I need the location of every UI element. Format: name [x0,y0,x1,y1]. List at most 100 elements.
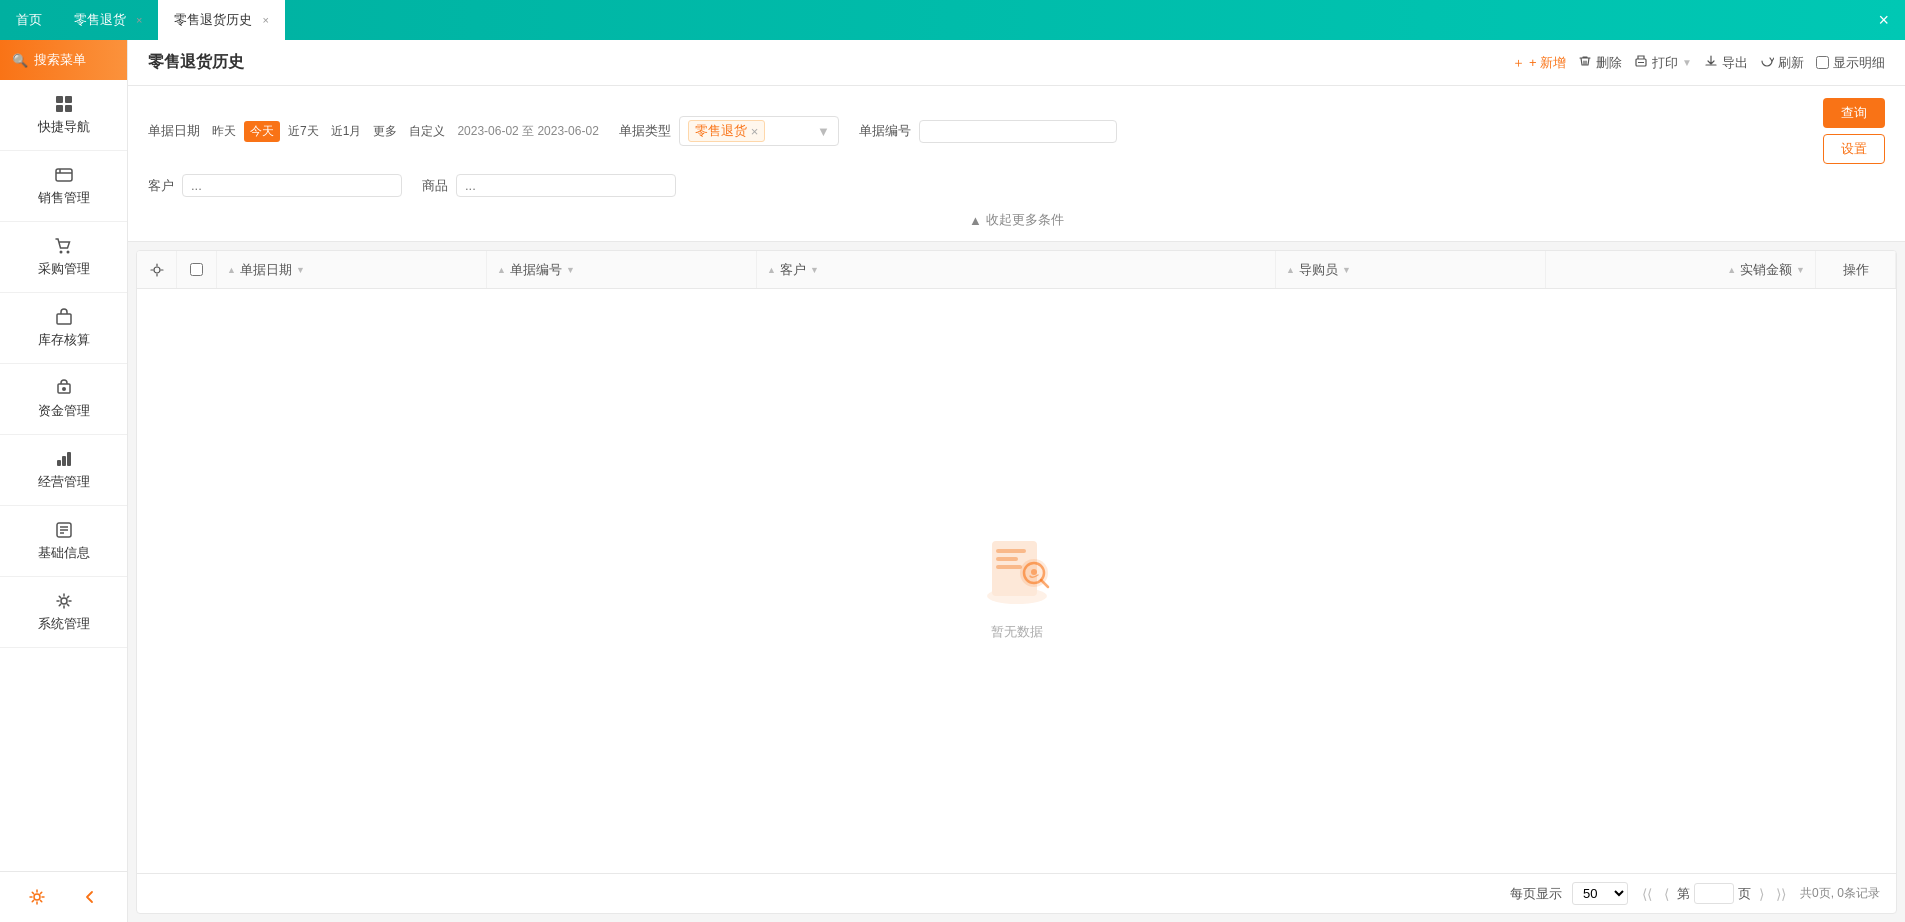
th-date[interactable]: ▲ 单据日期 ▼ [217,251,487,288]
last-page-btn[interactable]: ⟩⟩ [1772,884,1790,904]
first-page-btn[interactable]: ⟨⟨ [1638,884,1656,904]
collapse-button[interactable]: ▲ 收起更多条件 [969,211,1064,229]
page-title: 零售退货历史 [148,52,244,73]
sidebar-item-label: 系统管理 [38,615,90,633]
date-range-display: 2023-06-02 至 2023-06-02 [457,123,598,140]
svg-rect-2 [56,105,63,112]
tab-retail-return-close[interactable]: × [136,14,142,26]
sort-up-icon5: ▲ [1727,265,1736,275]
date-opt-custom[interactable]: 自定义 [405,121,449,142]
content-area: 零售退货历史 ＋ + 新增 删除 打印 ▼ [128,40,1905,922]
doc-type-tag-remove[interactable]: × [751,124,759,139]
doc-num-input[interactable] [928,124,1108,139]
th-action: 操作 [1816,251,1896,288]
next-page-btn[interactable]: ⟩ [1755,884,1768,904]
tab-retail-return-history-label: 零售退货历史 [174,11,252,29]
tab-retail-return-history[interactable]: 零售退货历史 × [158,0,284,40]
sidebar-item-sys-mgmt[interactable]: 系统管理 [0,577,127,648]
customer-input[interactable] [191,178,371,193]
sidebar-item-purchase-mgmt[interactable]: 采购管理 [0,222,127,293]
per-page-select[interactable]: 50 10 20 100 [1572,882,1628,905]
tab-retail-return-label: 零售退货 [74,11,126,29]
date-opt-more[interactable]: 更多 [369,121,401,142]
goods-input[interactable] [465,178,645,193]
date-opt-today[interactable]: 今天 [244,121,280,142]
sidebar-item-finance-mgmt[interactable]: 资金管理 [0,364,127,435]
svg-point-23 [154,267,160,273]
sidebar-item-label: 经营管理 [38,473,90,491]
th-guide[interactable]: ▲ 导购员 ▼ [1276,251,1546,288]
tab-retail-return-history-close[interactable]: × [262,14,268,26]
date-opt-1month[interactable]: 近1月 [327,121,366,142]
display-detail-checkbox-label[interactable]: 显示明细 [1816,54,1885,72]
page-num-input[interactable]: 1 [1694,883,1734,904]
filter-row-1: 单据日期 昨天 今天 近7天 近1月 更多 自定义 2023-06-02 至 2… [148,98,1885,164]
th-settings[interactable] [137,251,177,288]
sidebar-item-basic-info[interactable]: 基础信息 [0,506,127,577]
th-date-label: 单据日期 [240,261,292,279]
sidebar-item-sales-mgmt[interactable]: 销售管理 [0,151,127,222]
tab-home[interactable]: 首页 [0,0,58,40]
th-customer[interactable]: ▲ 客户 ▼ [757,251,1276,288]
page-unit: 页 [1738,885,1751,903]
sidebar-item-label: 快捷导航 [38,118,90,136]
goods-label: 商品 [422,177,448,195]
collapse-label: 收起更多条件 [986,211,1064,229]
svg-rect-14 [67,452,71,466]
sort-up-icon: ▲ [227,265,236,275]
sort-down-icon4: ▼ [1342,265,1351,275]
th-check[interactable] [177,251,217,288]
print-button[interactable]: 打印 ▼ [1634,54,1692,72]
export-label: 导出 [1722,54,1748,72]
date-filter-field: 单据日期 昨天 今天 近7天 近1月 更多 自定义 2023-06-02 至 2… [148,121,599,142]
inventory-icon [54,307,74,327]
sidebar-search[interactable]: 🔍 搜索菜单 [0,40,127,80]
sort-down-icon: ▼ [296,265,305,275]
sidebar-item-inventory[interactable]: 库存核算 [0,293,127,364]
new-button[interactable]: ＋ + 新增 [1512,54,1566,72]
sidebar-item-quick-nav[interactable]: 快捷导航 [0,80,127,151]
sort-up-icon3: ▲ [767,265,776,275]
select-all-checkbox[interactable] [190,263,203,276]
date-filter-label: 单据日期 [148,122,200,140]
sys-mgmt-icon [54,591,74,611]
th-docnum-label: 单据编号 [510,261,562,279]
quick-nav-icon [54,94,74,114]
doc-type-select[interactable]: 零售退货 × ▼ [679,116,839,146]
th-guide-label: 导购员 [1299,261,1338,279]
sort-up-icon2: ▲ [497,265,506,275]
date-options: 昨天 今天 近7天 近1月 更多 自定义 [208,121,449,142]
sidebar-item-label: 库存核算 [38,331,90,349]
sidebar-settings-btn[interactable] [22,882,52,912]
doc-num-input-wrap [919,120,1117,143]
date-opt-7days[interactable]: 近7天 [284,121,323,142]
th-amount[interactable]: ▲ 实销金额 ▼ [1546,251,1816,288]
filter-settings-button[interactable]: 设置 [1823,134,1885,164]
empty-state-icon [972,521,1062,611]
export-button[interactable]: 导出 [1704,54,1748,72]
date-opt-yesterday[interactable]: 昨天 [208,121,240,142]
delete-button[interactable]: 删除 [1578,54,1622,72]
prev-page-btn[interactable]: ⟨ [1660,884,1673,904]
refresh-button[interactable]: 刷新 [1760,54,1804,72]
tab-retail-return[interactable]: 零售退货 × [58,0,158,40]
sort-up-icon4: ▲ [1286,265,1295,275]
customer-label: 客户 [148,177,174,195]
ops-mgmt-icon [54,449,74,469]
filter-panel: 单据日期 昨天 今天 近7天 近1月 更多 自定义 2023-06-02 至 2… [128,86,1905,242]
sidebar-item-ops-mgmt[interactable]: 经营管理 [0,435,127,506]
close-window-icon[interactable]: × [1878,10,1889,31]
print-icon [1634,54,1648,71]
query-button[interactable]: 查询 [1823,98,1885,128]
collapse-up-icon: ▲ [969,213,982,228]
sidebar-bottom [0,871,127,922]
display-detail-checkbox[interactable] [1816,56,1829,69]
th-docnum[interactable]: ▲ 单据编号 ▼ [487,251,757,288]
table-area: ▲ 单据日期 ▼ ▲ 单据编号 ▼ ▲ 客户 ▼ ▲ 导购员 ▼ [136,250,1897,914]
doc-num-label: 单据编号 [859,122,911,140]
page-nav: ⟨⟨ ⟨ 第 1 页 ⟩ ⟩⟩ [1638,883,1790,904]
svg-rect-27 [996,557,1018,561]
per-page-label: 每页显示 [1510,885,1562,903]
sidebar-collapse-btn[interactable] [75,882,105,912]
empty-state: 暂无数据 [137,289,1896,873]
